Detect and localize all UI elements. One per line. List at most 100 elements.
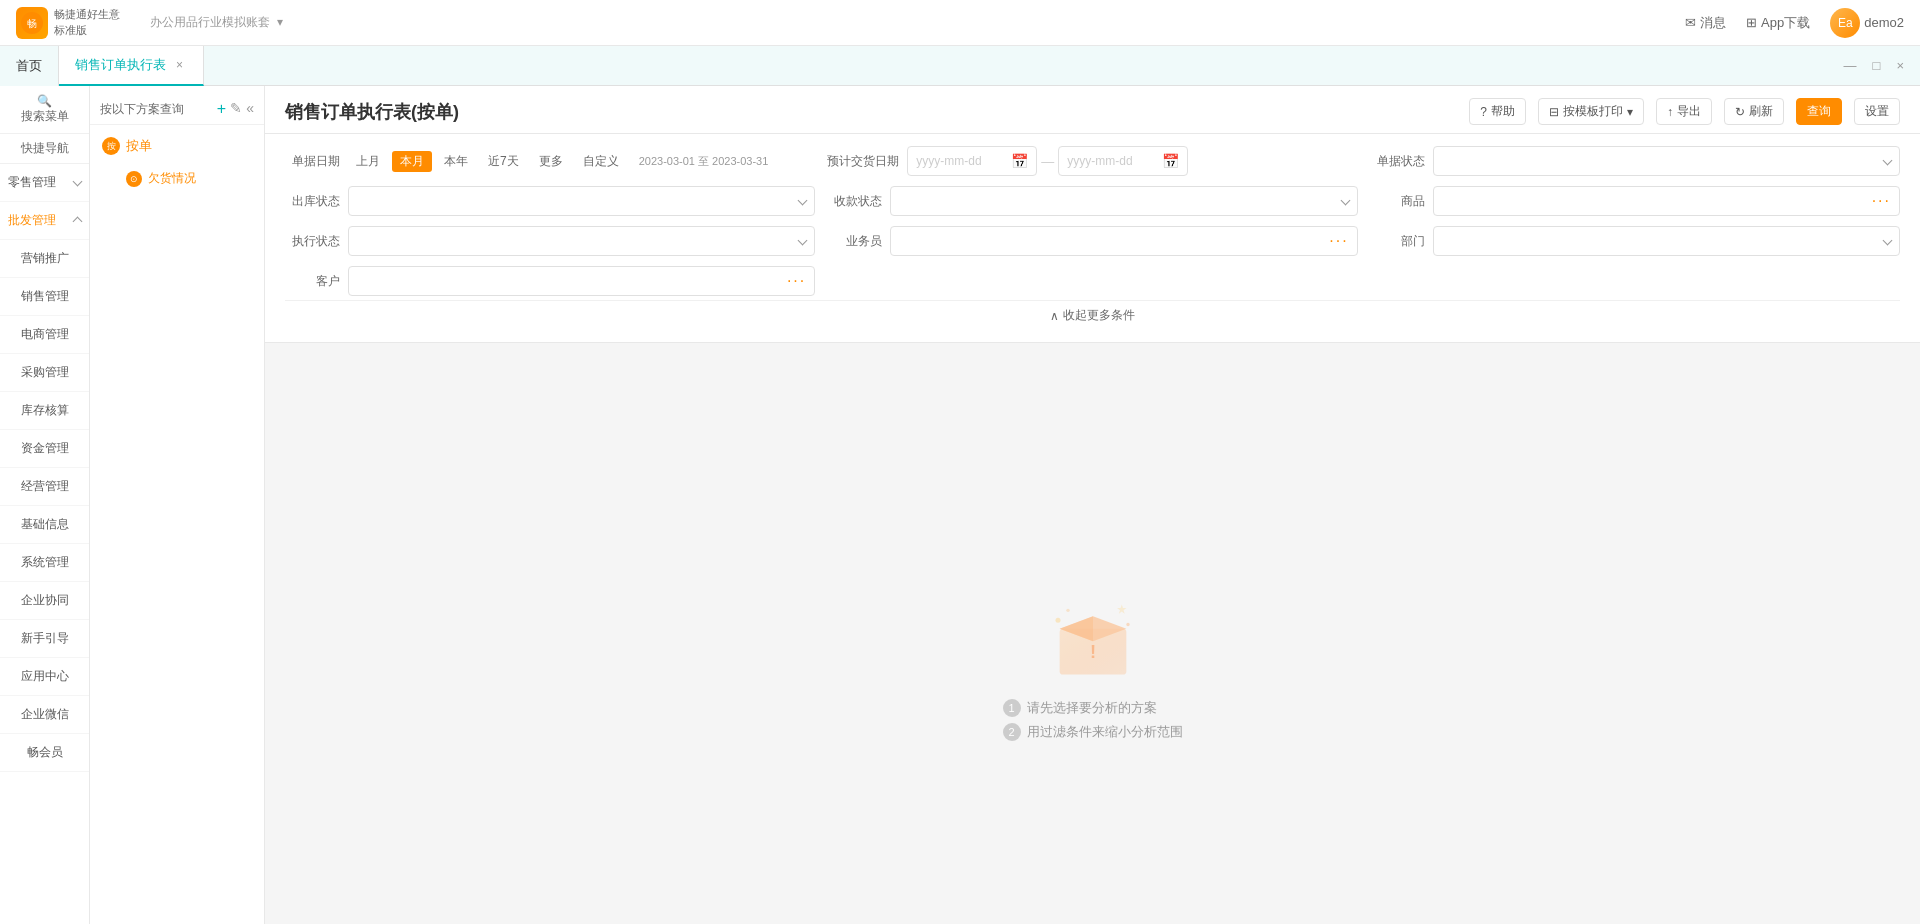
settings-button[interactable]: 设置 [1854,98,1900,125]
add-plan-icon[interactable]: + [217,100,226,118]
search-icon: 🔍 [37,94,52,108]
logo-area: 畅 畅捷通好生意 标准版 [16,7,120,39]
plan-icon-按单: 按 [102,137,120,155]
tip-2-num: 2 [1003,723,1021,741]
filter-cell-salesperson: 业务员 ··· [827,226,1357,256]
exec-status-select[interactable] [348,226,815,256]
goods-dots-icon[interactable]: ··· [1872,192,1891,210]
sidebar-item-ecom[interactable]: 电商管理 [0,316,89,354]
user-profile[interactable]: Ea demo2 [1830,8,1904,38]
page-title: 销售订单执行表(按单) [285,100,459,124]
app-download-icon: ⊞ [1746,15,1757,30]
logo-icon: 畅 [16,7,48,39]
date-tab-more[interactable]: 更多 [531,151,571,172]
refresh-button[interactable]: ↻ 刷新 [1724,98,1784,125]
sidebar-item-basic[interactable]: 基础信息 [0,506,89,544]
sidebar-item-marketing[interactable]: 营销推广 [0,240,89,278]
window-maximize[interactable]: □ [1869,54,1885,77]
main-content: 销售订单执行表(按单) ? 帮助 ⊟ 按模板打印 ▾ ↑ 导出 [265,86,1920,924]
tab-sales-order[interactable]: 销售订单执行表 × [59,46,204,86]
date-tab-last-month[interactable]: 上月 [348,151,388,172]
recv-status-label: 收款状态 [827,193,882,210]
collapse-filter-button[interactable]: ∧ 收起更多条件 [285,300,1900,330]
svg-point-8 [1066,608,1069,611]
expected-date-from[interactable]: yyyy-mm-dd 📅 [907,146,1037,176]
filter-area: 单据日期 上月 本月 本年 近7天 更多 自定义 2023-03-01 至 20… [265,134,1920,343]
print-button[interactable]: ⊟ 按模板打印 ▾ [1538,98,1644,125]
customer-input[interactable]: ··· [348,266,815,296]
sidebar-item-inventory[interactable]: 库存核算 [0,392,89,430]
recv-status-select[interactable] [890,186,1357,216]
help-button[interactable]: ? 帮助 [1469,98,1526,125]
filter-cell-dept: 部门 [1370,226,1900,256]
help-icon: ? [1480,105,1487,119]
sidebar-item-wholesale[interactable]: 批发管理 [0,202,89,240]
sidebar-item-retail[interactable]: 零售管理 [0,164,89,202]
page-header-actions: ? 帮助 ⊟ 按模板打印 ▾ ↑ 导出 ↻ 刷新 [1469,98,1900,125]
collapse-panel-icon[interactable]: « [246,100,254,118]
tip-1-num: 1 [1003,699,1021,717]
sidebar-item-sales-mgmt[interactable]: 销售管理 [0,278,89,316]
nav-dropdown-icon[interactable]: ▾ [277,15,283,29]
date-tab-custom[interactable]: 自定义 [575,151,627,172]
date-tab-last7days[interactable]: 近7天 [480,151,527,172]
search-button-top[interactable]: 查询 [1796,98,1842,125]
filter-cell-status: 单据状态 [1370,146,1900,176]
tab-close-icon[interactable]: × [172,56,187,74]
sidebar-item-coop[interactable]: 企业协同 [0,582,89,620]
dept-label: 部门 [1370,233,1425,250]
sub-plan-item-欠货情况[interactable]: ⊙ 欠货情况 [90,163,264,194]
empty-tips: 1 请先选择要分析的方案 2 用过滤条件来缩小分析范围 [1003,699,1183,741]
salesperson-input[interactable]: ··· [890,226,1357,256]
wholesale-collapse-icon [73,217,83,227]
avatar: Ea [1830,8,1860,38]
out-status-label: 出库状态 [285,193,340,210]
expected-date-label: 预计交货日期 [827,153,899,170]
status-select[interactable] [1433,146,1900,176]
window-minimize[interactable]: — [1840,54,1861,77]
app-download-action[interactable]: ⊞ App下载 [1746,14,1810,32]
sub-plan-icon: ⊙ [126,171,142,187]
expected-date-to[interactable]: yyyy-mm-dd 📅 [1058,146,1188,176]
export-button[interactable]: ↑ 导出 [1656,98,1712,125]
window-close[interactable]: × [1892,54,1908,77]
sidebar-item-apps[interactable]: 应用中心 [0,658,89,696]
date-separator: — [1041,154,1054,169]
sidebar-item-purchase[interactable]: 采购管理 [0,354,89,392]
filter-row-1: 单据日期 上月 本月 本年 近7天 更多 自定义 2023-03-01 至 20… [285,146,1900,176]
plan-item-按单[interactable]: 按 按单 [90,129,264,163]
print-dropdown-icon[interactable]: ▾ [1627,105,1633,119]
sidebar-item-guide[interactable]: 新手引导 [0,620,89,658]
date-tab-current-year[interactable]: 本年 [436,151,476,172]
sidebar-item-ops[interactable]: 经营管理 [0,468,89,506]
sidebar-search[interactable]: 🔍 搜索菜单 [0,86,89,134]
out-status-select[interactable] [348,186,815,216]
nav-path[interactable]: 办公用品行业模拟账套 ▾ [150,14,283,31]
customer-dots-icon[interactable]: ··· [787,272,806,290]
tab-home[interactable]: 首页 [0,46,59,86]
svg-point-6 [1055,617,1060,622]
message-action[interactable]: ✉ 消息 [1685,14,1726,32]
filter-row-3: 执行状态 业务员 ··· 部门 [285,226,1900,256]
sidebar-item-sys[interactable]: 系统管理 [0,544,89,582]
sidebar-quick-nav[interactable]: 快捷导航 [0,134,89,164]
tab-window-actions: — □ × [1840,54,1920,77]
header-left: 畅 畅捷通好生意 标准版 办公用品行业模拟账套 ▾ [16,7,283,39]
tab-bar: 首页 销售订单执行表 × — □ × [0,46,1920,86]
date-tab-current-month[interactable]: 本月 [392,151,432,172]
main-layout: 🔍 搜索菜单 快捷导航 零售管理 批发管理 营销推广 销售管理 电商管理 采购管… [0,86,1920,924]
filter-cell-goods: 商品 ··· [1370,186,1900,216]
dept-dropdown-icon [1883,235,1893,245]
filter-cell-exec-status: 执行状态 [285,226,815,256]
sidebar-item-wechat[interactable]: 企业微信 [0,696,89,734]
goods-input[interactable]: ··· [1433,186,1900,216]
sidebar-item-finance[interactable]: 资金管理 [0,430,89,468]
sidebar-item-member[interactable]: 畅会员 [0,734,89,772]
edit-plan-icon[interactable]: ✎ [230,100,242,118]
page-header: 销售订单执行表(按单) ? 帮助 ⊟ 按模板打印 ▾ ↑ 导出 [265,86,1920,134]
filter-cell-recv-status: 收款状态 [827,186,1357,216]
salesperson-dots-icon[interactable]: ··· [1329,232,1348,250]
left-panel-actions: + ✎ « [217,100,254,118]
empty-illustration: ! [1043,587,1143,687]
dept-select[interactable] [1433,226,1900,256]
